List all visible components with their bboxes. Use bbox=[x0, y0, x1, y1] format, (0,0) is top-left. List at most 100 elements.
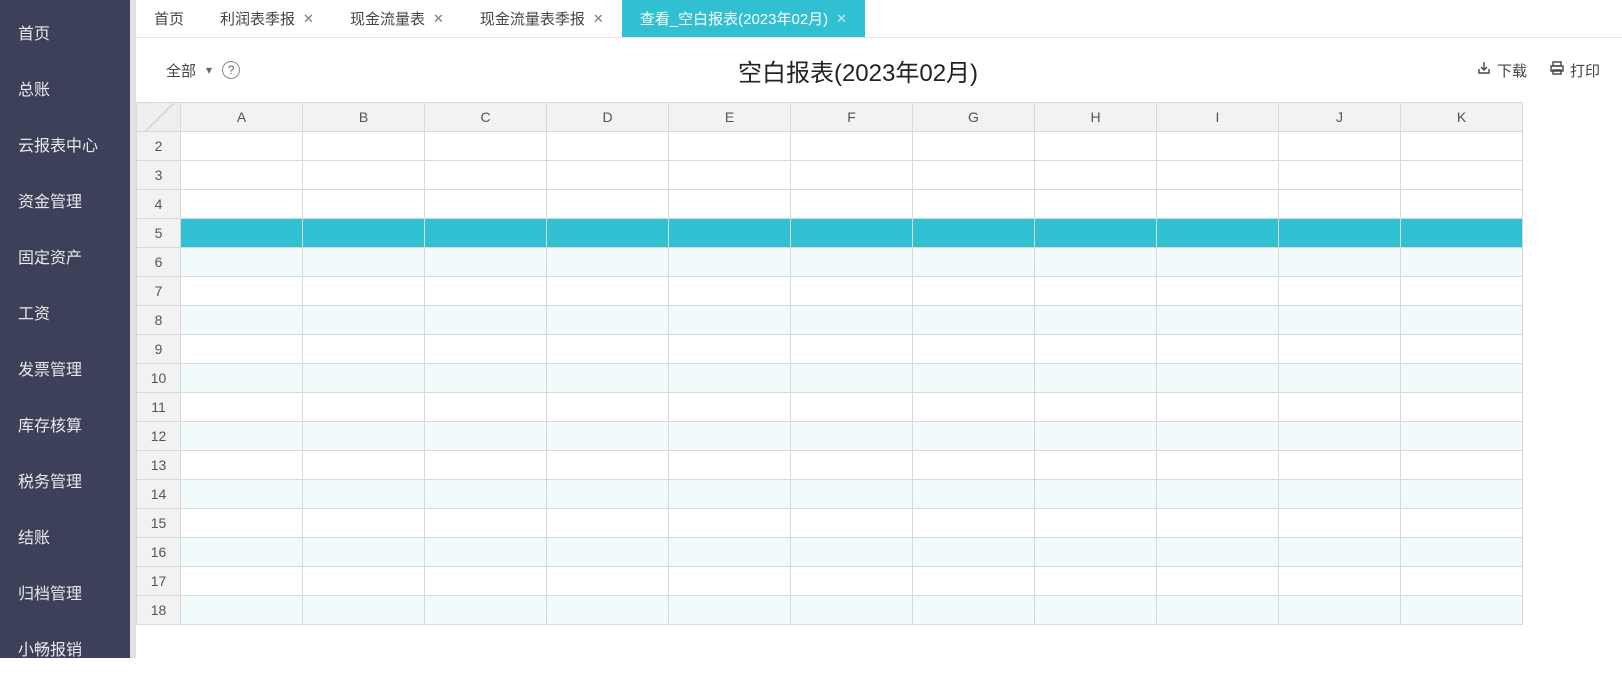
cell-A6[interactable] bbox=[181, 248, 303, 277]
cell-J14[interactable] bbox=[1279, 480, 1401, 509]
cell-K15[interactable] bbox=[1401, 509, 1523, 538]
cell-B18[interactable] bbox=[303, 596, 425, 625]
cell-B17[interactable] bbox=[303, 567, 425, 596]
cell-C2[interactable] bbox=[425, 132, 547, 161]
sidebar-item-10[interactable]: 归档管理 bbox=[0, 564, 130, 620]
row-header-14[interactable]: 14 bbox=[137, 480, 181, 509]
cell-G11[interactable] bbox=[913, 393, 1035, 422]
cell-I13[interactable] bbox=[1157, 451, 1279, 480]
cell-J11[interactable] bbox=[1279, 393, 1401, 422]
cell-A2[interactable] bbox=[181, 132, 303, 161]
cell-F2[interactable] bbox=[791, 132, 913, 161]
cell-F8[interactable] bbox=[791, 306, 913, 335]
cell-G16[interactable] bbox=[913, 538, 1035, 567]
col-header-H[interactable]: H bbox=[1035, 103, 1157, 132]
cell-F16[interactable] bbox=[791, 538, 913, 567]
row-header-2[interactable]: 2 bbox=[137, 132, 181, 161]
cell-I5[interactable] bbox=[1157, 219, 1279, 248]
cell-E12[interactable] bbox=[669, 422, 791, 451]
cell-A3[interactable] bbox=[181, 161, 303, 190]
sidebar-item-3[interactable]: 资金管理 bbox=[0, 172, 130, 228]
tab-2[interactable]: 现金流量表✕ bbox=[332, 0, 462, 37]
row-header-13[interactable]: 13 bbox=[137, 451, 181, 480]
cell-B13[interactable] bbox=[303, 451, 425, 480]
cell-H16[interactable] bbox=[1035, 538, 1157, 567]
cell-J2[interactable] bbox=[1279, 132, 1401, 161]
cell-B10[interactable] bbox=[303, 364, 425, 393]
col-header-A[interactable]: A bbox=[181, 103, 303, 132]
cell-A12[interactable] bbox=[181, 422, 303, 451]
sidebar-item-4[interactable]: 固定资产 bbox=[0, 228, 130, 284]
row-header-9[interactable]: 9 bbox=[137, 335, 181, 364]
cell-J13[interactable] bbox=[1279, 451, 1401, 480]
cell-I2[interactable] bbox=[1157, 132, 1279, 161]
tab-0[interactable]: 首页 bbox=[136, 0, 202, 37]
cell-F11[interactable] bbox=[791, 393, 913, 422]
cell-K12[interactable] bbox=[1401, 422, 1523, 451]
cell-D15[interactable] bbox=[547, 509, 669, 538]
row-header-7[interactable]: 7 bbox=[137, 277, 181, 306]
cell-H17[interactable] bbox=[1035, 567, 1157, 596]
cell-H3[interactable] bbox=[1035, 161, 1157, 190]
sidebar-item-2[interactable]: 云报表中心 bbox=[0, 116, 130, 172]
cell-A14[interactable] bbox=[181, 480, 303, 509]
cell-F14[interactable] bbox=[791, 480, 913, 509]
cell-H13[interactable] bbox=[1035, 451, 1157, 480]
cell-G18[interactable] bbox=[913, 596, 1035, 625]
row-header-8[interactable]: 8 bbox=[137, 306, 181, 335]
cell-A18[interactable] bbox=[181, 596, 303, 625]
col-header-G[interactable]: G bbox=[913, 103, 1035, 132]
cell-G2[interactable] bbox=[913, 132, 1035, 161]
cell-H12[interactable] bbox=[1035, 422, 1157, 451]
cell-K5[interactable] bbox=[1401, 219, 1523, 248]
cell-B6[interactable] bbox=[303, 248, 425, 277]
cell-B7[interactable] bbox=[303, 277, 425, 306]
cell-J3[interactable] bbox=[1279, 161, 1401, 190]
cell-J16[interactable] bbox=[1279, 538, 1401, 567]
cell-G9[interactable] bbox=[913, 335, 1035, 364]
cell-A10[interactable] bbox=[181, 364, 303, 393]
close-icon[interactable]: ✕ bbox=[836, 11, 847, 27]
col-header-J[interactable]: J bbox=[1279, 103, 1401, 132]
chevron-down-icon[interactable]: ▾ bbox=[206, 63, 212, 77]
cell-J10[interactable] bbox=[1279, 364, 1401, 393]
cell-K3[interactable] bbox=[1401, 161, 1523, 190]
cell-C16[interactable] bbox=[425, 538, 547, 567]
sidebar-item-6[interactable]: 发票管理 bbox=[0, 340, 130, 396]
cell-C6[interactable] bbox=[425, 248, 547, 277]
cell-C10[interactable] bbox=[425, 364, 547, 393]
cell-I10[interactable] bbox=[1157, 364, 1279, 393]
cell-A7[interactable] bbox=[181, 277, 303, 306]
cell-C4[interactable] bbox=[425, 190, 547, 219]
cell-K9[interactable] bbox=[1401, 335, 1523, 364]
cell-I12[interactable] bbox=[1157, 422, 1279, 451]
cell-E17[interactable] bbox=[669, 567, 791, 596]
cell-I9[interactable] bbox=[1157, 335, 1279, 364]
cell-C8[interactable] bbox=[425, 306, 547, 335]
col-header-F[interactable]: F bbox=[791, 103, 913, 132]
cell-B9[interactable] bbox=[303, 335, 425, 364]
cell-C5[interactable] bbox=[425, 219, 547, 248]
cell-G17[interactable] bbox=[913, 567, 1035, 596]
cell-F6[interactable] bbox=[791, 248, 913, 277]
cell-G10[interactable] bbox=[913, 364, 1035, 393]
cell-F5[interactable] bbox=[791, 219, 913, 248]
cell-K2[interactable] bbox=[1401, 132, 1523, 161]
cell-E14[interactable] bbox=[669, 480, 791, 509]
cell-I8[interactable] bbox=[1157, 306, 1279, 335]
cell-A5[interactable] bbox=[181, 219, 303, 248]
cell-B5[interactable] bbox=[303, 219, 425, 248]
cell-I18[interactable] bbox=[1157, 596, 1279, 625]
cell-J12[interactable] bbox=[1279, 422, 1401, 451]
cell-J7[interactable] bbox=[1279, 277, 1401, 306]
cell-J6[interactable] bbox=[1279, 248, 1401, 277]
cell-H7[interactable] bbox=[1035, 277, 1157, 306]
cell-E16[interactable] bbox=[669, 538, 791, 567]
cell-C14[interactable] bbox=[425, 480, 547, 509]
cell-E15[interactable] bbox=[669, 509, 791, 538]
cell-I17[interactable] bbox=[1157, 567, 1279, 596]
cell-D10[interactable] bbox=[547, 364, 669, 393]
cell-C13[interactable] bbox=[425, 451, 547, 480]
col-header-C[interactable]: C bbox=[425, 103, 547, 132]
cell-K16[interactable] bbox=[1401, 538, 1523, 567]
